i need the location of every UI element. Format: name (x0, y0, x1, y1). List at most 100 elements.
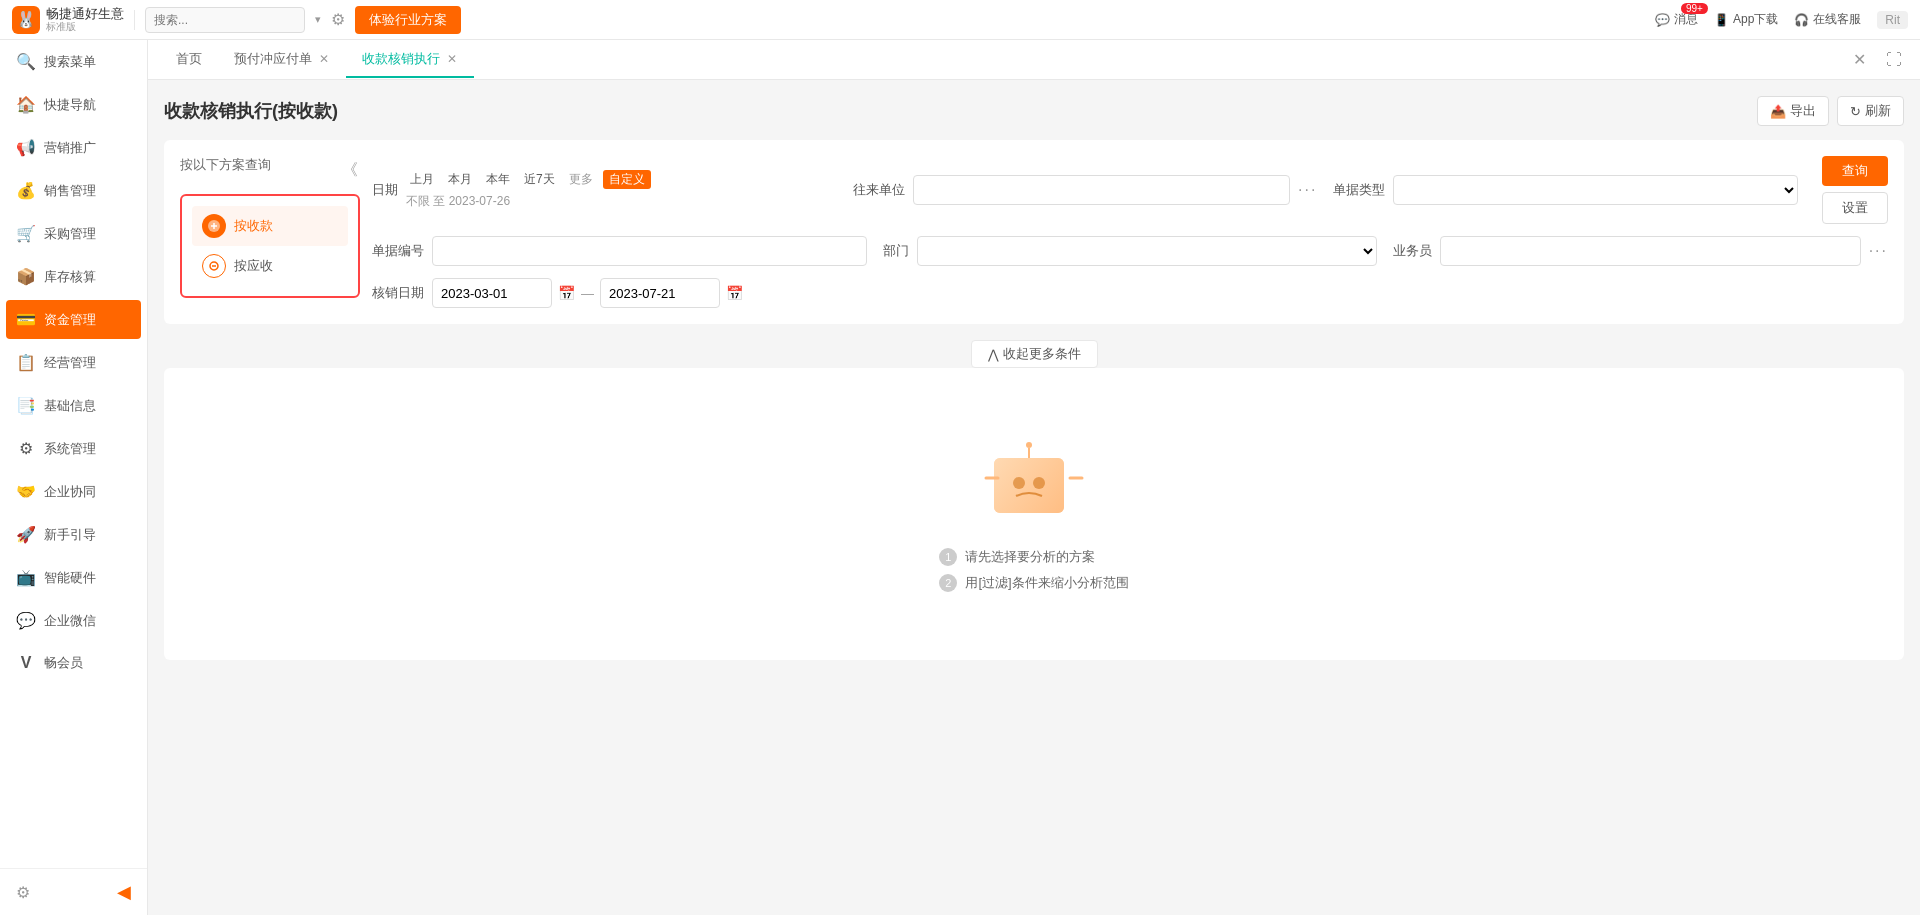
main-layout: 🔍 搜索菜单 🏠 快捷导航 📢 营销推广 💰 销售管理 🛒 采购管理 📦 库存核… (0, 40, 1920, 915)
calendar-from-icon[interactable]: 📅 (558, 285, 575, 301)
date-shortcuts: 上月 本月 本年 近7天 更多 自定义 (406, 170, 651, 189)
sidebar-label-sales: 销售管理 (44, 182, 96, 200)
vip-icon: V (16, 654, 36, 672)
shortcut-this-month[interactable]: 本月 (444, 170, 476, 189)
operation-icon: 📋 (16, 353, 36, 372)
receivable-option-icon (202, 254, 226, 278)
tab-prepay-close-icon[interactable]: ✕ (318, 51, 330, 67)
inventory-icon: 📦 (16, 267, 36, 286)
query-button[interactable]: 查询 (1822, 156, 1888, 186)
empty-step-2: 2 用[过滤]条件来缩小分析范围 (939, 574, 1128, 592)
basic-info-icon: 📑 (16, 396, 36, 415)
department-select[interactable] (917, 236, 1378, 266)
collapse-more-button[interactable]: ⋀ 收起更多条件 (971, 340, 1098, 368)
sidebar-item-inventory[interactable]: 📦 库存核算 (0, 255, 147, 298)
staff-more-icon[interactable]: ··· (1869, 242, 1888, 260)
message-icon: 💬 (1655, 13, 1670, 27)
export-icon: 📤 (1770, 104, 1786, 119)
tab-prepay[interactable]: 预付冲应付单 ✕ (218, 42, 346, 78)
query-actions: 查询 设置 (1822, 156, 1888, 224)
sidebar-item-finance[interactable]: 💳 资金管理 (6, 300, 141, 339)
brand-name: 畅捷通好生意 (46, 6, 124, 22)
export-button[interactable]: 📤 导出 (1757, 96, 1829, 126)
doc-type-select[interactable] (1393, 175, 1798, 205)
sidebar-item-basic-info[interactable]: 📑 基础信息 (0, 384, 147, 427)
shortcut-last-month[interactable]: 上月 (406, 170, 438, 189)
sidebar-label-wechat: 企业微信 (44, 612, 96, 630)
sidebar-label-marketing: 营销推广 (44, 139, 96, 157)
receipt-option-icon (202, 214, 226, 238)
sidebar-item-wechat[interactable]: 💬 企业微信 (0, 599, 147, 642)
refresh-button[interactable]: ↻ 刷新 (1837, 96, 1904, 126)
message-btn[interactable]: 💬 消息 99+ (1655, 11, 1698, 28)
sidebar-item-operation[interactable]: 📋 经营管理 (0, 341, 147, 384)
topbar: 🐰 畅捷通好生意 标准版 ▾ ⚙ 体验行业方案 💬 消息 99+ 📱 App下载… (0, 0, 1920, 40)
shortcut-this-year[interactable]: 本年 (482, 170, 514, 189)
topbar-search-input[interactable] (145, 7, 305, 33)
shortcut-more[interactable]: 更多 (565, 170, 597, 189)
collapse-more-row: ⋀ 收起更多条件 (164, 336, 1904, 368)
doc-no-input[interactable] (432, 236, 867, 266)
app-download-btn[interactable]: 📱 App下载 (1714, 11, 1778, 28)
writeoff-date-from-input[interactable] (432, 278, 552, 308)
sidebar-label-search: 搜索菜单 (44, 53, 96, 71)
sidebar-label-purchase: 采购管理 (44, 225, 96, 243)
filter-field-date: 日期 上月 本月 本年 近7天 更多 自定义 不限 至 (372, 170, 837, 210)
tab-receivable[interactable]: 收款核销执行 ✕ (346, 42, 474, 78)
writeoff-date-to-input[interactable] (600, 278, 720, 308)
sidebar-label-quick-nav: 快捷导航 (44, 96, 96, 114)
sidebar-item-purchase[interactable]: 🛒 采购管理 (0, 212, 147, 255)
topbar-divider (134, 10, 135, 30)
brand-version: 标准版 (46, 21, 124, 33)
date-label: 日期 (372, 181, 398, 199)
shortcut-custom[interactable]: 自定义 (603, 170, 651, 189)
staff-input[interactable] (1440, 236, 1860, 266)
sidebar-item-vip[interactable]: V 畅会员 (0, 642, 147, 684)
svg-point-5 (1033, 477, 1045, 489)
filter-option-receipt-label: 按收款 (234, 217, 273, 235)
empty-svg-icon (974, 428, 1094, 528)
filter-left: 按以下方案查询 《 按收款 (180, 156, 360, 308)
tab-home[interactable]: 首页 (160, 42, 218, 78)
empty-illustration (974, 428, 1094, 528)
step-2-num: 2 (939, 574, 957, 592)
settings-button[interactable]: 设置 (1822, 192, 1888, 224)
home-icon: 🏠 (16, 95, 36, 114)
calendar-to-icon[interactable]: 📅 (726, 285, 743, 301)
topbar-gear-icon[interactable]: ⚙ (331, 10, 345, 29)
sidebar-item-guide[interactable]: 🚀 新手引导 (0, 513, 147, 556)
sidebar-item-smart-hw[interactable]: 📺 智能硬件 (0, 556, 147, 599)
counterpart-more-icon[interactable]: ··· (1298, 181, 1317, 199)
sidebar-item-sales[interactable]: 💰 销售管理 (0, 169, 147, 212)
filter-option-receipt[interactable]: 按收款 (192, 206, 348, 246)
svg-point-4 (1013, 477, 1025, 489)
tab-receivable-close-icon[interactable]: ✕ (446, 51, 458, 67)
filter-option-receivable[interactable]: 按应收 (192, 246, 348, 286)
purchase-icon: 🛒 (16, 224, 36, 243)
date-separator: — (581, 286, 594, 301)
message-badge: 99+ (1681, 3, 1708, 14)
sidebar-label-finance: 资金管理 (44, 311, 96, 329)
collapse-more-label: 收起更多条件 (1003, 345, 1081, 363)
solution-button[interactable]: 体验行业方案 (355, 6, 461, 34)
sidebar-gear-icon[interactable]: ⚙ (16, 883, 30, 902)
sidebar-item-marketing[interactable]: 📢 营销推广 (0, 126, 147, 169)
sidebar-item-search-menu[interactable]: 🔍 搜索菜单 (0, 40, 147, 83)
counterpart-input[interactable] (913, 175, 1290, 205)
sidebar-item-quick-nav[interactable]: 🏠 快捷导航 (0, 83, 147, 126)
dropdown-arrow-icon[interactable]: ▾ (315, 13, 321, 26)
online-service-btn[interactable]: 🎧 在线客服 (1794, 11, 1861, 28)
filter-field-counterpart: 往来单位 ··· (853, 175, 1318, 205)
user-avatar[interactable]: Rit (1877, 11, 1908, 29)
logo-icon: 🐰 (12, 6, 40, 34)
sidebar-item-system[interactable]: ⚙ 系统管理 (0, 427, 147, 470)
sidebar-collapse-button[interactable]: ◀ (117, 881, 131, 903)
sidebar-item-enterprise[interactable]: 🤝 企业协同 (0, 470, 147, 513)
tabbar-close-icon[interactable]: ✕ (1847, 48, 1872, 71)
writeoff-date-label: 核销日期 (372, 284, 424, 302)
sales-icon: 💰 (16, 181, 36, 200)
tabbar-expand-icon[interactable]: ⛶ (1880, 49, 1908, 71)
filter-collapse-icon[interactable]: 《 (340, 158, 360, 183)
guide-icon: 🚀 (16, 525, 36, 544)
shortcut-7days[interactable]: 近7天 (520, 170, 559, 189)
